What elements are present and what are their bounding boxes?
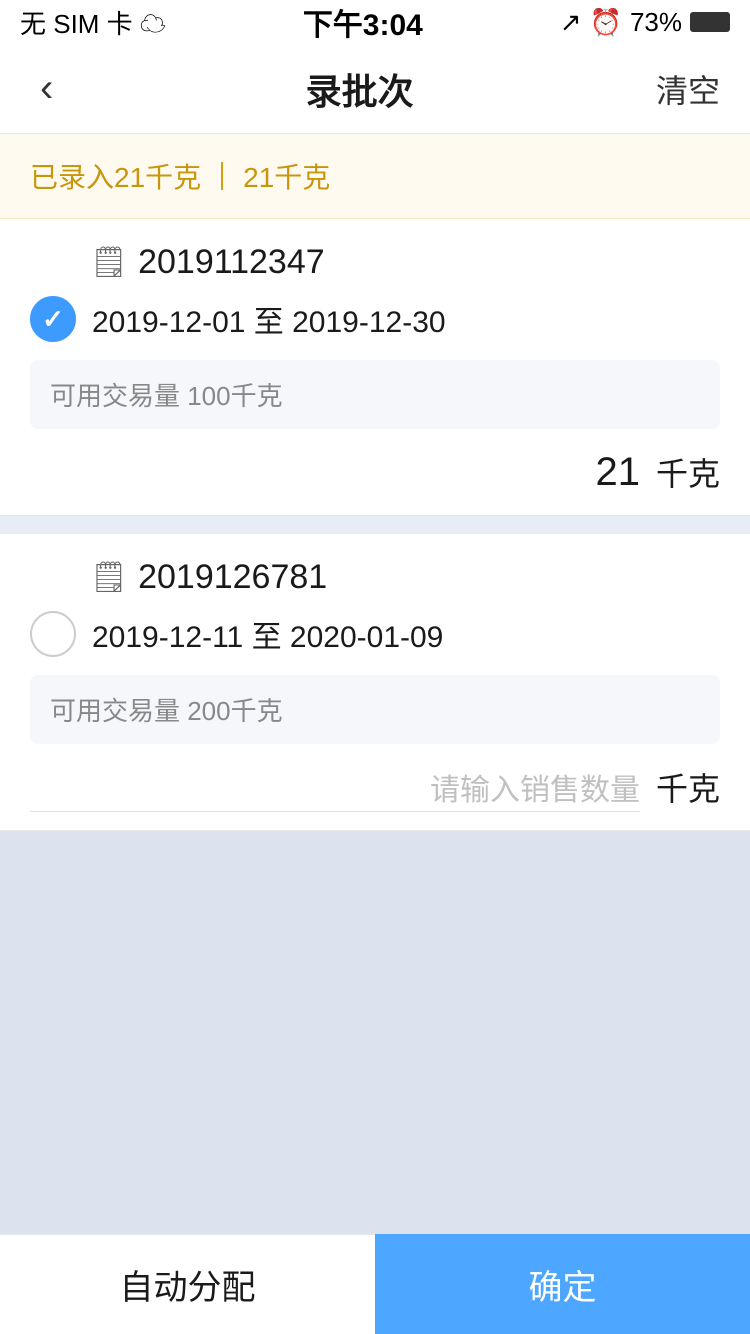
nav-bar: ‹ 录批次 清空	[0, 44, 750, 134]
batch-2-input-unit: 千克	[656, 764, 720, 810]
batch-1-id-row: 🗒 2019112347	[30, 243, 720, 282]
batch-card-2: 🗒 2019126781 2019-12-11 至 2020-01-09 可用交…	[0, 534, 750, 831]
batch-1-date-row[interactable]: 2019-12-01 至 2019-12-30	[30, 296, 720, 342]
batch-card-2-inner: 🗒 2019126781 2019-12-11 至 2020-01-09 可用交…	[0, 534, 750, 744]
bottom-bar: 自动分配 确定	[0, 1234, 750, 1334]
sim-label: 无 SIM 卡 ☁	[20, 4, 166, 41]
batch-2-icon: 🗒	[90, 560, 128, 595]
batch-2-radio[interactable]	[30, 611, 76, 657]
batch-1-qty-unit: 千克	[656, 449, 720, 495]
batch-1-id: 2019112347	[138, 243, 325, 282]
status-time: 下午3:04	[303, 0, 423, 44]
batch-1-avail-text: 可用交易量 100千克	[50, 381, 283, 411]
status-left: 无 SIM 卡 ☁	[20, 4, 166, 41]
alarm-icon: ⏰	[590, 7, 622, 38]
status-bar: 无 SIM 卡 ☁ 下午3:04 ↗ ⏰ 73%	[0, 0, 750, 44]
battery-label: 73%	[630, 7, 682, 38]
batch-1-radio[interactable]	[30, 296, 76, 342]
recorded-value: 21千克	[243, 156, 330, 196]
back-button[interactable]: ‹	[30, 56, 63, 121]
batch-2-id-row: 🗒 2019126781	[30, 558, 720, 597]
card-separator	[0, 516, 750, 534]
batch-card-1: 🗒 2019112347 2019-12-01 至 2019-12-30 可用交…	[0, 219, 750, 516]
battery-icon	[690, 12, 730, 32]
auto-distribute-button[interactable]: 自动分配	[0, 1234, 375, 1334]
batch-2-input-row[interactable]: 请输入销售数量 千克	[0, 744, 750, 831]
batch-1-avail: 可用交易量 100千克	[30, 360, 720, 429]
batch-2-avail: 可用交易量 200千克	[30, 675, 720, 744]
clear-button[interactable]: 清空	[656, 66, 720, 112]
input-underline	[30, 811, 640, 812]
batch-card-1-inner: 🗒 2019112347 2019-12-01 至 2019-12-30 可用交…	[0, 219, 750, 429]
info-divider	[221, 162, 223, 190]
info-banner: 已录入21千克 21千克	[0, 134, 750, 219]
recorded-label: 已录入21千克	[30, 156, 201, 196]
batch-1-icon: 🗒	[90, 245, 128, 280]
batch-2-date-row[interactable]: 2019-12-11 至 2020-01-09	[30, 611, 720, 657]
batch-1-qty-row[interactable]: 21 千克	[0, 429, 750, 516]
batch-2-id: 2019126781	[138, 558, 327, 597]
batch-1-date: 2019-12-01 至 2019-12-30	[92, 297, 446, 341]
batch-2-avail-text: 可用交易量 200千克	[50, 696, 283, 726]
confirm-button[interactable]: 确定	[375, 1234, 750, 1334]
batch-2-date: 2019-12-11 至 2020-01-09	[92, 612, 443, 656]
location-icon: ↗	[560, 7, 582, 38]
batch-1-qty-value[interactable]: 21	[595, 450, 640, 495]
content-area: 🗒 2019112347 2019-12-01 至 2019-12-30 可用交…	[0, 219, 750, 1319]
status-right: ↗ ⏰ 73%	[560, 7, 730, 38]
batch-2-input-placeholder: 请输入销售数量	[430, 765, 640, 809]
page-title: 录批次	[306, 63, 414, 115]
